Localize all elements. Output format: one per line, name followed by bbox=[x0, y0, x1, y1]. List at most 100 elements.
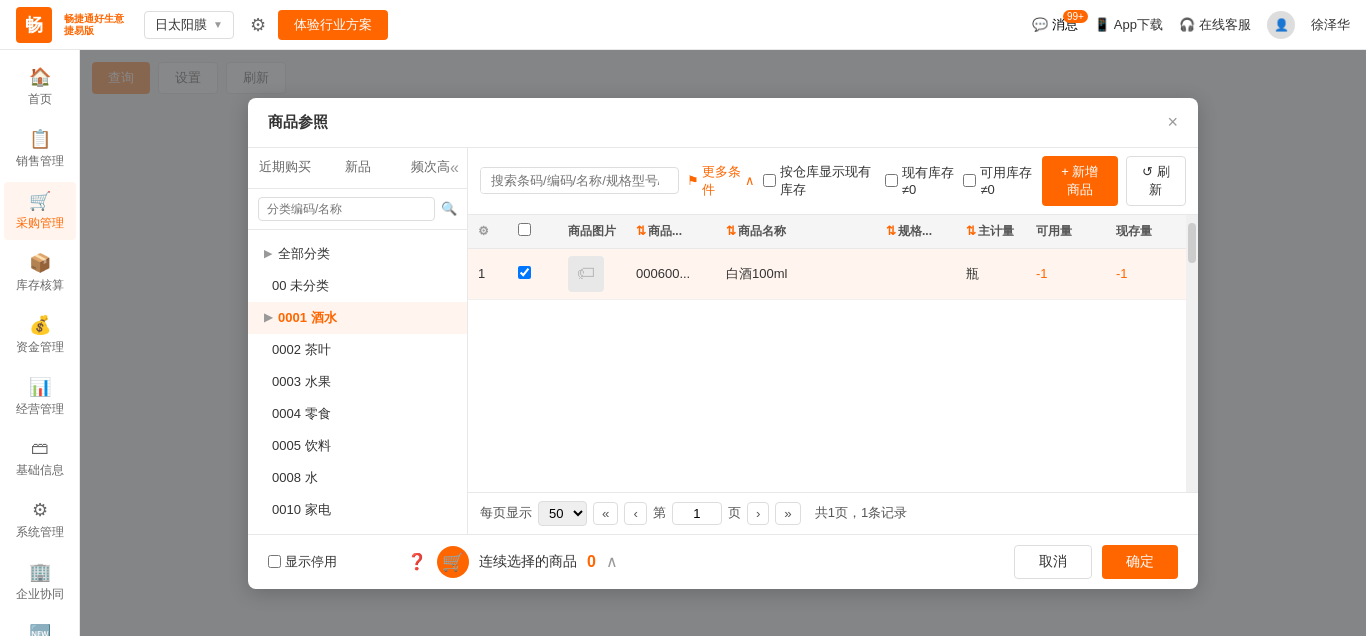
th-img: 商品图片 bbox=[558, 215, 626, 249]
sort-code-button[interactable]: ⇅ 商品... bbox=[636, 223, 682, 240]
app-logo: 畅 bbox=[16, 7, 52, 43]
tree-item-00[interactable]: 00 未分类 bbox=[248, 270, 467, 302]
tree-item-0010[interactable]: 0010 家电 bbox=[248, 494, 467, 526]
category-tree: ▶ 全部分类 00 未分类 ▶ 0001 酒水 0002 茶 bbox=[248, 230, 467, 534]
settings-icon[interactable]: ⚙ bbox=[250, 14, 266, 36]
online-service-button[interactable]: 🎧 在线客服 bbox=[1179, 16, 1251, 34]
tree-arrow-0001-icon: ▶ bbox=[264, 311, 272, 324]
page-label-text: 第 bbox=[653, 504, 666, 522]
sort-unit-button[interactable]: ⇅ 主计量 bbox=[966, 223, 1014, 240]
scrollbar-thumb bbox=[1188, 223, 1196, 263]
selected-count: 0 bbox=[587, 553, 596, 571]
table-row[interactable]: 1 🏷 000600... bbox=[468, 248, 1186, 299]
th-checkbox bbox=[508, 215, 558, 249]
product-search-input[interactable] bbox=[481, 168, 669, 193]
refresh-button[interactable]: ↺ 刷新 bbox=[1126, 156, 1186, 206]
page-unit-text: 页 bbox=[728, 504, 741, 522]
confirm-button[interactable]: 确定 bbox=[1102, 545, 1178, 579]
page-number-input[interactable] bbox=[672, 502, 722, 525]
tree-item-0002[interactable]: 0002 茶叶 bbox=[248, 334, 467, 366]
app-download-button[interactable]: 📱 App下载 bbox=[1094, 16, 1163, 34]
last-page-button[interactable]: » bbox=[775, 502, 800, 525]
filter-arrow-icon: ∧ bbox=[745, 173, 755, 188]
sidebar-item-basic[interactable]: 🗃 基础信息 bbox=[4, 430, 76, 487]
table-settings-icon[interactable]: ⚙ bbox=[478, 224, 489, 238]
sidebar-item-inventory[interactable]: 📦 库存核算 bbox=[4, 244, 76, 302]
th-available: 可用量 bbox=[1026, 215, 1106, 249]
per-page-select[interactable]: 50 bbox=[538, 501, 587, 526]
total-info: 共1页，1条记录 bbox=[815, 504, 907, 522]
modal-close-button[interactable]: × bbox=[1167, 112, 1178, 133]
category-search-input[interactable] bbox=[258, 197, 435, 221]
app-brand: 畅捷通好生意 捷易版 bbox=[64, 13, 124, 37]
th-name: ⇅ 商品名称 bbox=[716, 215, 876, 249]
category-search-icon[interactable]: 🔍 bbox=[441, 201, 457, 216]
right-toolbar: 🔍 ⚑ 更多条件 ∧ 按仓库显示现有库存 bbox=[468, 148, 1198, 215]
tree-item-all[interactable]: ▶ 全部分类 bbox=[248, 238, 467, 270]
modal-header: 商品参照 × bbox=[248, 98, 1198, 148]
tab-recent[interactable]: 近期购买 bbox=[248, 148, 321, 188]
app-download-icon: 📱 bbox=[1094, 17, 1110, 32]
avatar[interactable]: 👤 bbox=[1267, 11, 1295, 39]
more-filter-button[interactable]: ⚑ 更多条件 ∧ bbox=[687, 163, 755, 199]
sidebar-item-purchase[interactable]: 🛒 采购管理 bbox=[4, 182, 76, 240]
pagination: 每页显示 50 « ‹ 第 页 › » 共1页，1条记录 bbox=[468, 492, 1198, 534]
toolbar-right-actions: + 新增商品 ↺ 刷新 bbox=[1042, 156, 1186, 206]
finance-icon: 💰 bbox=[29, 314, 51, 336]
select-all-checkbox[interactable] bbox=[518, 223, 531, 236]
collapse-left-panel-icon[interactable]: « bbox=[450, 159, 459, 177]
checkbox-available-ne0[interactable] bbox=[885, 174, 898, 187]
tab-new[interactable]: 新品 bbox=[321, 148, 394, 188]
tree-item-0001[interactable]: ▶ 0001 酒水 bbox=[248, 302, 467, 334]
layout: 🏠 首页 📋 销售管理 🛒 采购管理 📦 库存核算 💰 资金管理 📊 经营管理 … bbox=[0, 50, 1366, 636]
sidebar-item-guide[interactable]: 🆕 新手引导 bbox=[4, 615, 76, 636]
show-disabled-label: 显示停用 bbox=[268, 553, 337, 571]
selected-label: 连续选择的商品 bbox=[479, 553, 577, 571]
checkbox-warehouse[interactable] bbox=[763, 174, 776, 187]
footer-right-actions: 取消 确定 bbox=[1014, 545, 1178, 579]
prev-page-button[interactable]: ‹ bbox=[624, 502, 646, 525]
sort-name-button[interactable]: ⇅ 商品名称 bbox=[726, 223, 786, 240]
home-icon: 🏠 bbox=[29, 66, 51, 88]
next-page-button[interactable]: › bbox=[747, 502, 769, 525]
sidebar-item-system[interactable]: ⚙ 系统管理 bbox=[4, 491, 76, 549]
guide-icon: 🆕 bbox=[29, 623, 51, 636]
sidebar-item-home[interactable]: 🏠 首页 bbox=[4, 58, 76, 116]
sort-spec-button[interactable]: ⇅ 规格... bbox=[886, 223, 932, 240]
tree-item-0008[interactable]: 0008 水 bbox=[248, 462, 467, 494]
left-search-bar: 🔍 bbox=[248, 189, 467, 230]
cell-code: 000600... bbox=[626, 248, 716, 299]
messages-badge: 99+ bbox=[1063, 10, 1088, 23]
system-icon: ⚙ bbox=[32, 499, 48, 521]
cell-name: 白酒100ml bbox=[716, 248, 876, 299]
cancel-button[interactable]: 取消 bbox=[1014, 545, 1092, 579]
help-icon[interactable]: ❓ bbox=[407, 552, 427, 571]
purchase-icon: 🛒 bbox=[29, 190, 51, 212]
sales-icon: 📋 bbox=[29, 128, 51, 150]
main-content: 查询 设置 刷新 商品参照 × 近期购买 bbox=[80, 50, 1366, 636]
store-dropdown[interactable]: 日太阳膜 ▼ bbox=[144, 11, 234, 39]
messages-button[interactable]: 💬 消息 99+ bbox=[1032, 16, 1078, 34]
per-page-label: 每页显示 bbox=[480, 504, 532, 522]
first-page-button[interactable]: « bbox=[593, 502, 618, 525]
product-search-button[interactable]: 🔍 bbox=[669, 168, 679, 193]
sidebar-item-sales[interactable]: 📋 销售管理 bbox=[4, 120, 76, 178]
cart-icon[interactable]: 🛒 bbox=[437, 546, 469, 578]
tree-item-0003[interactable]: 0003 水果 bbox=[248, 366, 467, 398]
tree-item-0004[interactable]: 0004 零食 bbox=[248, 398, 467, 430]
add-product-button[interactable]: + 新增商品 bbox=[1042, 156, 1117, 206]
table-header-row: ⚙ 商品图片 ⇅ bbox=[468, 215, 1186, 249]
tree-item-0005[interactable]: 0005 饮料 bbox=[248, 430, 467, 462]
checkbox-warehouse-label: 按仓库显示现有库存 bbox=[763, 163, 877, 199]
table-scrollbar[interactable] bbox=[1186, 215, 1198, 492]
row-checkbox[interactable] bbox=[518, 266, 531, 279]
show-disabled-checkbox[interactable] bbox=[268, 555, 281, 568]
sidebar-item-operation[interactable]: 📊 经营管理 bbox=[4, 368, 76, 426]
footer-collapse-icon[interactable]: ∧ bbox=[606, 552, 618, 571]
sidebar-item-enterprise[interactable]: 🏢 企业协同 bbox=[4, 553, 76, 611]
experience-button[interactable]: 体验行业方案 bbox=[278, 10, 388, 40]
product-image: 🏷 bbox=[568, 256, 604, 292]
sidebar-item-finance[interactable]: 💰 资金管理 bbox=[4, 306, 76, 364]
checkbox-usable-ne0[interactable] bbox=[963, 174, 976, 187]
operation-icon: 📊 bbox=[29, 376, 51, 398]
